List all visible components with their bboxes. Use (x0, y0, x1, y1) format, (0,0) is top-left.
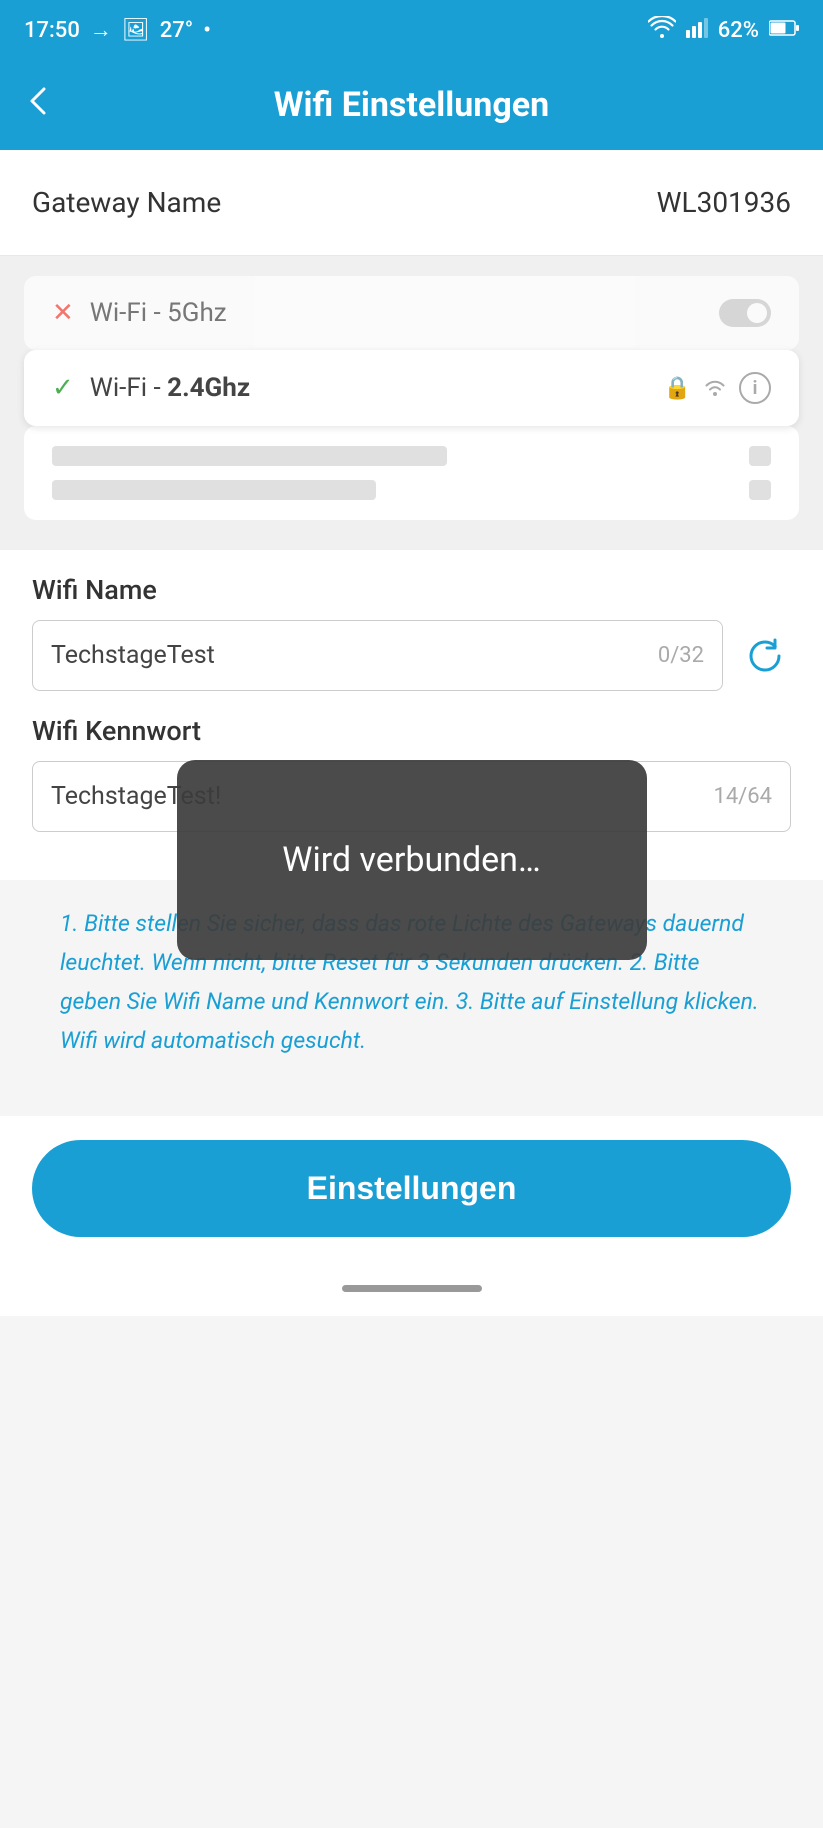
wifi-name-counter: 0/32 (658, 643, 704, 668)
wifi-password-input-value: TechstageTest! (51, 782, 221, 811)
info-icon-24ghz[interactable]: i (739, 372, 771, 404)
wifi-name-24ghz: Wi-Fi - 2.4Ghz (90, 373, 250, 403)
wifi-name-input[interactable]: TechstageTest 0/32 (32, 620, 723, 691)
back-button[interactable] (24, 84, 56, 126)
wifi-password-counter: 14/64 (713, 784, 772, 809)
status-time: 17:50 (24, 18, 80, 43)
gateway-name-label: Gateway Name (32, 186, 221, 219)
battery-percent: 62% (718, 18, 759, 43)
einstellungen-button[interactable]: Einstellungen (32, 1140, 791, 1237)
battery-icon (769, 18, 799, 43)
status-arrow: → (90, 17, 112, 43)
signal-icon (686, 16, 708, 44)
gateway-row: Gateway Name WL301936 (0, 150, 823, 256)
wifi-name-label: Wifi Name (32, 574, 791, 606)
form-section: Wifi Name TechstageTest 0/32 Wifi Kennwo… (0, 550, 823, 880)
wifi-password-label: Wifi Kennwort (32, 715, 791, 747)
wifi-signal-icon (703, 376, 727, 400)
wifi-status-icon (648, 16, 676, 44)
wifi-password-section: Wifi Kennwort TechstageTest! 14/64 (32, 715, 791, 832)
x-icon-5ghz: ✕ (52, 298, 74, 328)
status-image-icon: 🖼 (122, 18, 150, 43)
status-temp: 27° (160, 18, 193, 43)
check-icon-24ghz: ✓ (52, 373, 74, 403)
page-title: Wifi Einstellungen (274, 85, 549, 125)
info-text: 1. Bitte stellen Sie sicher, dass das ro… (60, 904, 763, 1060)
home-indicator (0, 1267, 823, 1316)
status-left: 17:50 → 🖼 27° • (24, 17, 211, 43)
bottom-button-area: Einstellungen (0, 1116, 823, 1267)
header: Wifi Einstellungen (0, 60, 823, 150)
refresh-button[interactable] (739, 630, 791, 682)
wifi-card-5ghz[interactable]: ✕ Wi-Fi - 5Ghz (24, 276, 799, 350)
placeholder-rows (24, 426, 799, 520)
wifi-card-24ghz[interactable]: ✓ Wi-Fi - 2.4Ghz 🔒 i (24, 350, 799, 426)
wifi-password-row: TechstageTest! 14/64 (32, 761, 791, 832)
wifi-name-5ghz: Wi-Fi - 5Ghz (90, 298, 227, 328)
wifi-name-row: TechstageTest 0/32 (32, 620, 791, 691)
status-right: 62% (648, 16, 799, 44)
gateway-name-value: WL301936 (657, 186, 791, 219)
toggle-5ghz[interactable] (719, 299, 771, 327)
wifi-name-input-value: TechstageTest (51, 641, 215, 670)
wifi-cards-container: ✕ Wi-Fi - 5Ghz ✓ Wi-Fi - 2.4Ghz 🔒 (0, 256, 823, 550)
wifi-name-section: Wifi Name TechstageTest 0/32 (32, 574, 791, 691)
home-bar (342, 1285, 482, 1292)
status-dot: • (203, 18, 211, 43)
wifi-password-input[interactable]: TechstageTest! 14/64 (32, 761, 791, 832)
lock-icon: 🔒 (664, 376, 691, 401)
status-bar: 17:50 → 🖼 27° • 62% (0, 0, 823, 60)
info-box: 1. Bitte stellen Sie sicher, dass das ro… (32, 880, 791, 1084)
